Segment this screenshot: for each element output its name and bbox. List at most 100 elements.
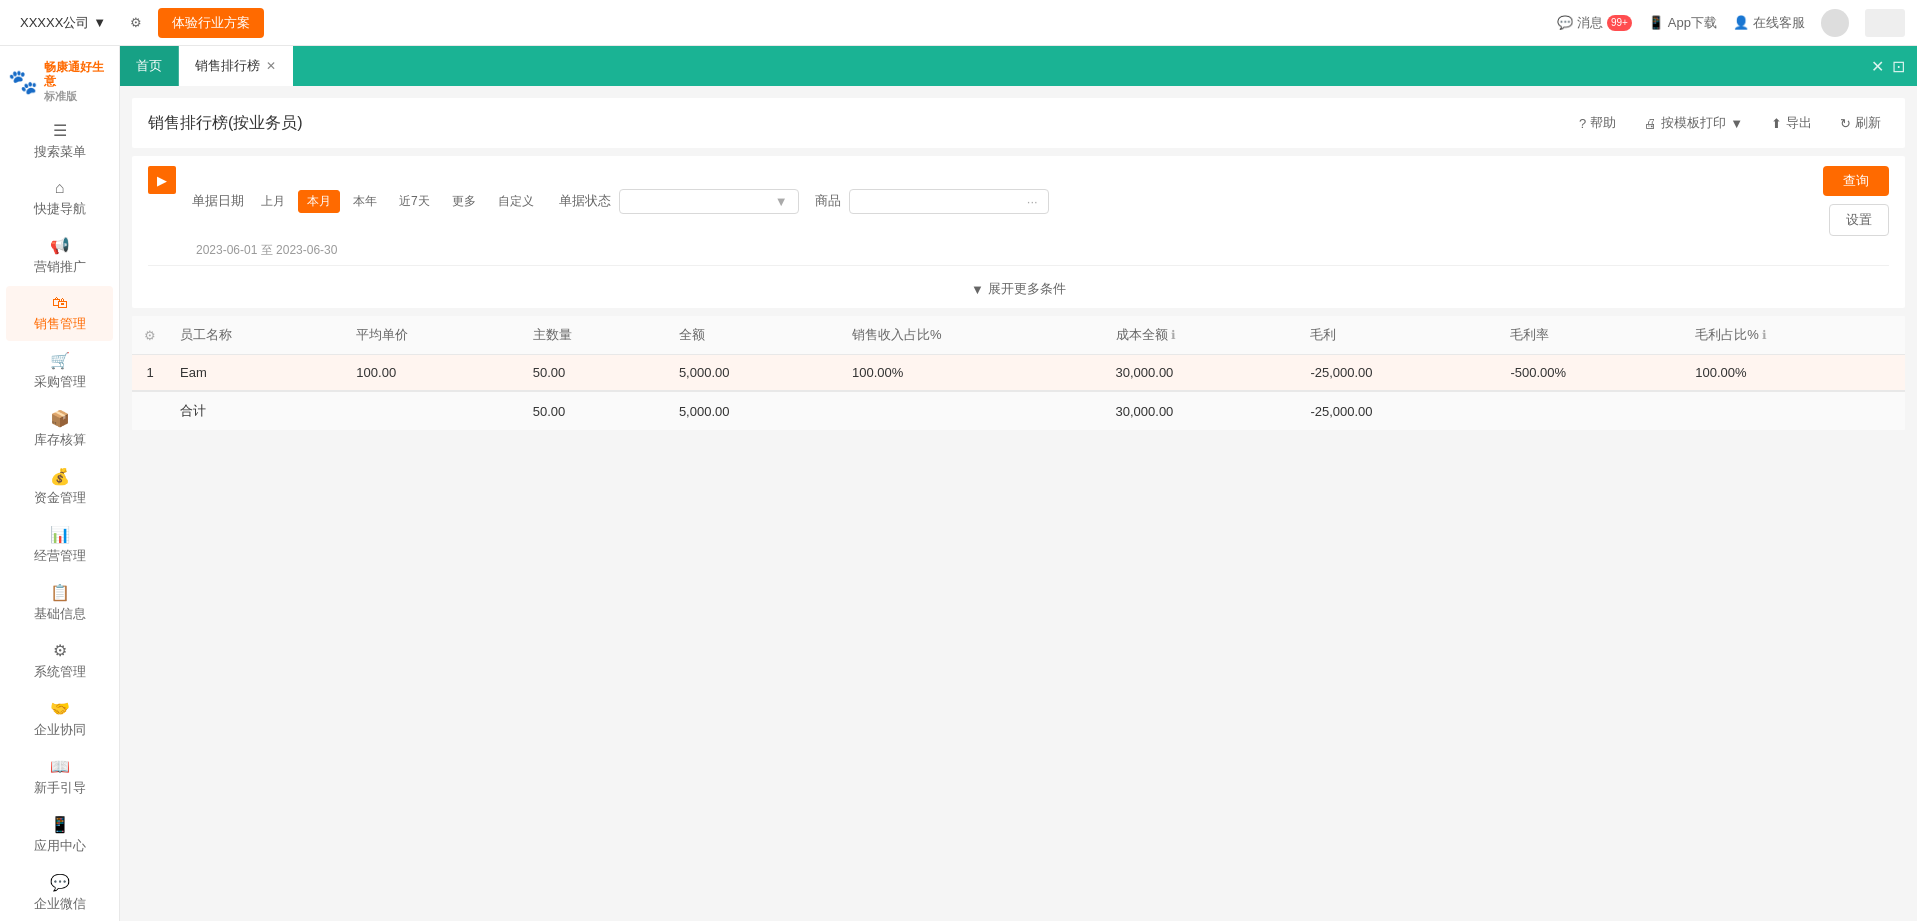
sidebar-item-collab[interactable]: 🤝 企业协同 xyxy=(6,691,113,747)
sidebar-item-label: 企业协同 xyxy=(34,721,86,739)
export-label: 导出 xyxy=(1786,114,1812,132)
query-button[interactable]: 查询 xyxy=(1823,166,1889,196)
date-btn-more[interactable]: 更多 xyxy=(443,190,485,213)
page-content: 销售排行榜(按业务员) ? 帮助 🖨 按模板打印 ▼ ⬆ 导出 xyxy=(120,86,1917,921)
trial-button[interactable]: 体验行业方案 xyxy=(158,8,264,38)
gross-pct-info-icon[interactable]: ℹ xyxy=(1762,328,1767,342)
sidebar-item-quick-nav[interactable]: ⌂ 快捷导航 xyxy=(6,171,113,226)
cell-sales-pct: 100.00% xyxy=(840,355,1104,392)
date-btn-custom[interactable]: 自定义 xyxy=(489,190,543,213)
help-icon: ? xyxy=(1579,116,1586,131)
settings-button[interactable]: 设置 xyxy=(1829,204,1889,236)
footer-amount: 5,000.00 xyxy=(667,391,840,430)
th-qty: 主数量 xyxy=(521,316,667,355)
sidebar-item-appstore[interactable]: 📱 应用中心 xyxy=(6,807,113,863)
tab-sales-rank[interactable]: 销售排行榜 ✕ xyxy=(179,46,293,86)
app-label: App下载 xyxy=(1668,14,1717,32)
footer-gross-pct xyxy=(1683,391,1905,430)
cell-avg-price: 100.00 xyxy=(344,355,520,392)
settings-column-icon[interactable]: ⚙ xyxy=(144,328,156,343)
company-selector[interactable]: XXXXX公司 ▼ xyxy=(12,10,114,36)
goods-filter: 商品 ··· xyxy=(815,189,1049,214)
marketing-icon: 📢 xyxy=(50,236,70,255)
sidebar-logo: 🐾 畅康通好生意 标准版 xyxy=(0,50,119,112)
footer-cost: 30,000.00 xyxy=(1104,391,1299,430)
message-badge: 99+ xyxy=(1607,15,1632,31)
tab-close-icon[interactable]: ✕ xyxy=(266,59,276,73)
company-settings-icon[interactable]: ⚙ xyxy=(122,9,150,37)
sidebar-item-purchase[interactable]: 🛒 采购管理 xyxy=(6,343,113,399)
guide-icon: 📖 xyxy=(50,757,70,776)
help-label: 帮助 xyxy=(1590,114,1616,132)
company-name: XXXXX公司 xyxy=(20,14,89,32)
tab-home[interactable]: 首页 xyxy=(120,46,179,86)
logo-text: 畅康通好生意 xyxy=(44,60,111,89)
sidebar-item-system[interactable]: ⚙ 系统管理 xyxy=(6,633,113,689)
table-footer-row: 合计 50.00 5,000.00 30,000.00 -25,000.00 xyxy=(132,391,1905,430)
date-btn-7days[interactable]: 近7天 xyxy=(390,190,439,213)
th-settings: ⚙ xyxy=(132,316,168,355)
service-icon: 👤 xyxy=(1733,15,1749,30)
footer-gross-rate xyxy=(1498,391,1683,430)
sidebar-item-sales[interactable]: 🛍 销售管理 xyxy=(6,286,113,341)
sidebar-item-business[interactable]: 📊 经营管理 xyxy=(6,517,113,573)
sidebar-item-marketing[interactable]: 📢 营销推广 xyxy=(6,228,113,284)
footer-sales-pct xyxy=(840,391,1104,430)
goods-input[interactable]: ··· xyxy=(849,189,1049,214)
tab-sales-rank-label: 销售排行榜 xyxy=(195,57,260,75)
print-button[interactable]: 🖨 按模板打印 ▼ xyxy=(1636,110,1751,136)
collab-icon: 🤝 xyxy=(50,699,70,718)
filter-row-1: 单据日期 上月 本月 本年 近7天 更多 自定义 xyxy=(192,166,1889,236)
sidebar-item-label: 库存核算 xyxy=(34,431,86,449)
export-button[interactable]: ⬆ 导出 xyxy=(1763,110,1820,136)
status-select[interactable]: ▼ xyxy=(619,189,799,214)
sidebar-item-finance[interactable]: 💰 资金管理 xyxy=(6,459,113,515)
date-btn-this-month[interactable]: 本月 xyxy=(298,190,340,213)
status-chevron-icon: ▼ xyxy=(775,194,788,209)
top-bar-right: 💬 消息 99+ 📱 App下载 👤 在线客服 xyxy=(1557,9,1905,37)
filter-bar: ▶ 单据日期 上月 本月 本年 近7天 更多 xyxy=(132,156,1905,308)
app-icon: 📱 xyxy=(1648,15,1664,30)
date-btn-prev-month[interactable]: 上月 xyxy=(252,190,294,213)
sidebar-item-label: 搜索菜单 xyxy=(34,143,86,161)
filter-actions: 查询 设置 xyxy=(1823,166,1889,236)
tab-restore-icon[interactable]: ⊡ xyxy=(1892,57,1905,76)
th-gross-pct: 毛利占比% ℹ xyxy=(1683,316,1905,355)
tab-bar-right: ✕ ⊡ xyxy=(1871,57,1917,76)
goods-more-icon: ··· xyxy=(1027,194,1038,209)
th-gross: 毛利 xyxy=(1298,316,1498,355)
collapse-arrow-button[interactable]: ▶ xyxy=(148,166,176,194)
sidebar-item-search[interactable]: ☰ 搜索菜单 xyxy=(6,113,113,169)
date-options: 上月 本月 本年 近7天 更多 自定义 xyxy=(252,190,543,213)
help-button[interactable]: ? 帮助 xyxy=(1571,110,1624,136)
print-label: 按模板打印 xyxy=(1661,114,1726,132)
export-icon: ⬆ xyxy=(1771,116,1782,131)
cell-name: Eam xyxy=(168,355,344,392)
logo-sub: 标准版 xyxy=(44,89,111,104)
message-button[interactable]: 💬 消息 99+ xyxy=(1557,14,1632,32)
sidebar-item-wechat[interactable]: 💬 企业微信 xyxy=(6,865,113,921)
date-btn-this-year[interactable]: 本年 xyxy=(344,190,386,213)
sidebar-item-basic[interactable]: 📋 基础信息 xyxy=(6,575,113,631)
sidebar-item-label: 资金管理 xyxy=(34,489,86,507)
user-avatar[interactable] xyxy=(1821,9,1849,37)
table-header-row: ⚙ 员工名称 平均单价 主数量 全额 销售收入占比% 成本全额 ℹ xyxy=(132,316,1905,355)
finance-icon: 💰 xyxy=(50,467,70,486)
top-bar-left: XXXXX公司 ▼ ⚙ 体验行业方案 xyxy=(12,8,1557,38)
online-service-button[interactable]: 👤 在线客服 xyxy=(1733,14,1805,32)
sidebar-item-label: 企业微信 xyxy=(34,895,86,913)
cost-info-icon[interactable]: ℹ xyxy=(1171,328,1176,342)
tab-close-all-icon[interactable]: ✕ xyxy=(1871,57,1884,76)
sidebar-item-label: 应用中心 xyxy=(34,837,86,855)
top-bar: XXXXX公司 ▼ ⚙ 体验行业方案 💬 消息 99+ 📱 App下载 👤 在线… xyxy=(0,0,1917,46)
th-avg-price: 平均单价 xyxy=(344,316,520,355)
sidebar-item-guide[interactable]: 📖 新手引导 xyxy=(6,749,113,805)
expand-more-button[interactable]: ▼ 展开更多条件 xyxy=(971,280,1066,298)
refresh-button[interactable]: ↻ 刷新 xyxy=(1832,110,1889,136)
sidebar-item-inventory[interactable]: 📦 库存核算 xyxy=(6,401,113,457)
app-download-button[interactable]: 📱 App下载 xyxy=(1648,14,1717,32)
th-cost: 成本全额 ℹ xyxy=(1104,316,1299,355)
basic-icon: 📋 xyxy=(50,583,70,602)
sidebar-item-label: 销售管理 xyxy=(34,315,86,333)
sidebar-item-label: 新手引导 xyxy=(34,779,86,797)
